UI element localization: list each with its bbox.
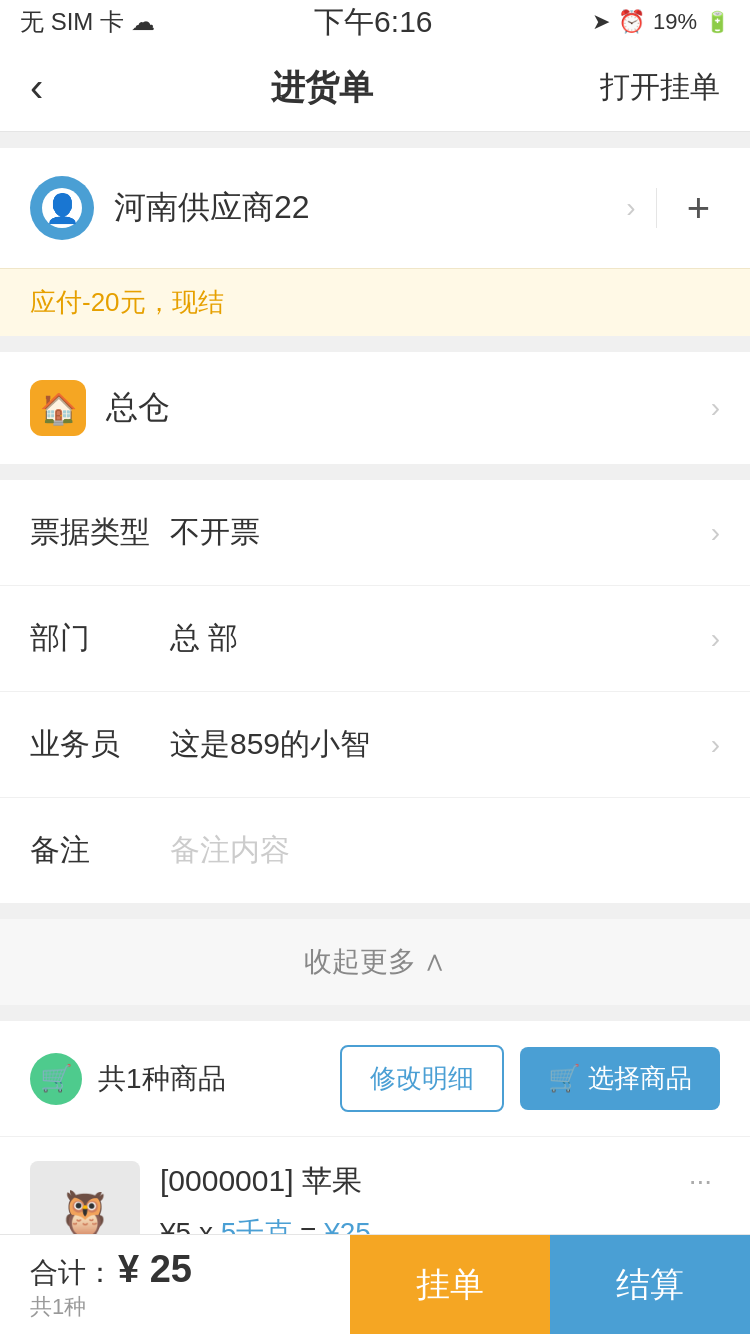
hang-order-button[interactable]: 挂单 [350, 1235, 550, 1334]
invoice-type-value: 不开票 [170, 512, 711, 553]
main-content: 👤 河南供应商22 › + 应付-20元，现结 🏠 总仓 › 票据类型 不开票 … [0, 132, 750, 1334]
edit-detail-button[interactable]: 修改明细 [340, 1045, 504, 1112]
supplier-section: 👤 河南供应商22 › + 应付-20元，现结 [0, 148, 750, 336]
chevron-right-icon: › [626, 192, 635, 224]
supplier-avatar: 👤 [30, 176, 94, 240]
remark-label: 备注 [30, 830, 150, 871]
supplier-row[interactable]: 👤 河南供应商22 › + [0, 148, 750, 268]
department-label: 部门 [30, 618, 150, 659]
checkout-button[interactable]: 结算 [550, 1235, 750, 1334]
invoice-type-row[interactable]: 票据类型 不开票 › [0, 480, 750, 585]
footer: 合计： ¥ 25 共1种 挂单 结算 [0, 1234, 750, 1334]
add-button[interactable]: + [677, 186, 720, 231]
alarm-icon: ⏰ [618, 9, 645, 35]
products-count: 共1种商品 [98, 1060, 340, 1098]
select-product-label: 选择商品 [588, 1061, 692, 1096]
collapse-label: 收起更多 ∧ [304, 943, 447, 981]
nav-bar: ‹ 进货单 打开挂单 [0, 44, 750, 132]
form-section: 票据类型 不开票 › 部门 总 部 › 业务员 这是859的小智 › 备注 备注… [0, 480, 750, 903]
supplier-actions: › + [626, 186, 720, 231]
open-pending-button[interactable]: 打开挂单 [600, 67, 720, 108]
warehouse-section[interactable]: 🏠 总仓 › [0, 352, 750, 464]
status-time: 下午6:16 [314, 2, 432, 43]
cart-icon: 🛒 [30, 1053, 82, 1105]
battery-level: 19% [653, 9, 697, 35]
salesperson-value: 这是859的小智 [170, 724, 711, 765]
remark-row[interactable]: 备注 备注内容 [0, 797, 750, 903]
supplier-name: 河南供应商22 [114, 186, 626, 230]
cart-add-icon: 🛒 [548, 1063, 580, 1094]
total-count: 共1种 [30, 1292, 320, 1322]
product-more-button[interactable]: ··· [681, 1161, 720, 1201]
footer-total: 合计： ¥ 25 共1种 [0, 1235, 350, 1334]
products-header: 🛒 共1种商品 修改明细 🛒 选择商品 [0, 1021, 750, 1136]
total-label: 合计： [30, 1254, 114, 1292]
warehouse-icon: 🏠 [30, 380, 86, 436]
salesperson-row[interactable]: 业务员 这是859的小智 › [0, 691, 750, 797]
remark-input[interactable]: 备注内容 [170, 830, 720, 871]
salesperson-label: 业务员 [30, 724, 150, 765]
collapse-more-button[interactable]: 收起更多 ∧ [0, 919, 750, 1005]
total-amount: ¥ 25 [118, 1248, 192, 1291]
chevron-right-icon: › [711, 729, 720, 761]
back-button[interactable]: ‹ [30, 65, 43, 110]
status-left: 无 SIM 卡 ☁ [20, 6, 155, 38]
divider [656, 188, 657, 228]
location-icon: ➤ [592, 9, 610, 35]
product-name: [0000001] 苹果 [160, 1161, 661, 1202]
status-right: ➤ ⏰ 19% 🔋 [592, 9, 730, 35]
sim-status: 无 SIM 卡 ☁ [20, 6, 155, 38]
warehouse-row[interactable]: 🏠 总仓 › [0, 352, 750, 464]
notice-bar: 应付-20元，现结 [0, 268, 750, 336]
person-icon: 👤 [42, 188, 82, 228]
warehouse-name: 总仓 [106, 386, 711, 430]
chevron-right-icon: › [711, 517, 720, 549]
product-code: [0000001] [160, 1164, 293, 1197]
chevron-right-icon: › [711, 392, 720, 424]
battery-icon: 🔋 [705, 10, 730, 34]
status-bar: 无 SIM 卡 ☁ 下午6:16 ➤ ⏰ 19% 🔋 [0, 0, 750, 44]
department-row[interactable]: 部门 总 部 › [0, 585, 750, 691]
invoice-type-label: 票据类型 [30, 512, 150, 553]
product-title: 苹果 [302, 1164, 362, 1197]
select-product-button[interactable]: 🛒 选择商品 [520, 1047, 720, 1110]
chevron-right-icon: › [711, 623, 720, 655]
department-value: 总 部 [170, 618, 711, 659]
page-title: 进货单 [271, 65, 373, 111]
